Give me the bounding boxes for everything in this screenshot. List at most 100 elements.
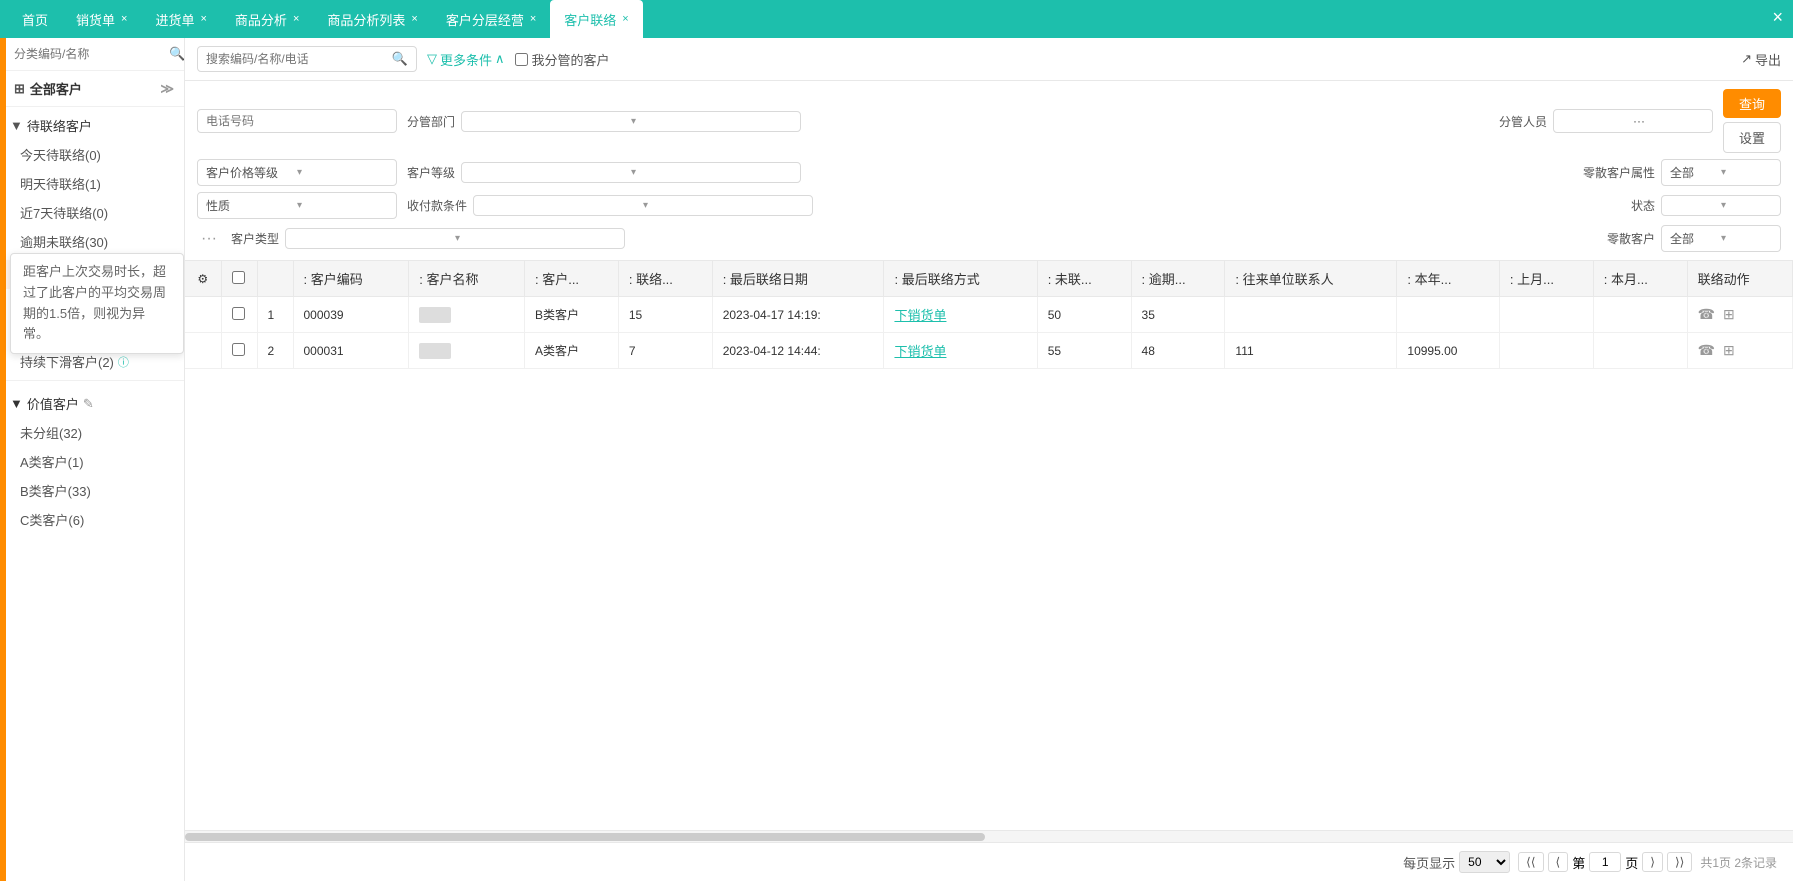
value-edit-icon[interactable]: ✎ [83, 396, 94, 412]
filter-more-btn[interactable]: ▽ 更多条件 ∧ [427, 50, 505, 69]
retail-attr-label: 零散客户属性 [1583, 164, 1655, 181]
gender-select[interactable]: 性质 ▾ [197, 192, 397, 219]
cell-last-method-0[interactable]: 下销货单 [884, 297, 1037, 333]
export-button[interactable]: ↗ 导出 [1741, 50, 1781, 69]
retail-customer-select[interactable]: 全部 ▾ [1661, 225, 1781, 252]
retail-attr-arrow: ▾ [1721, 167, 1772, 178]
horizontal-scrollbar[interactable] [185, 830, 1793, 842]
sidebar-tomorrow-pending[interactable]: 明天待联络(1) [0, 169, 184, 198]
pending-contact-title[interactable]: ▼ 待联络客户 [0, 111, 184, 140]
phone-input[interactable] [206, 114, 388, 128]
nav-product-list[interactable]: 商品分析列表 × [313, 0, 431, 38]
person-select[interactable]: ··· [1553, 109, 1713, 133]
pagination-bar: 每页显示 20 50 100 ⟨⟨ ⟨ 第 页 ⟩ ⟩⟩ 共1页 2条记录 [185, 842, 1793, 881]
tooltip-box: 距客户上次交易时长，超过了此客户的平均交易周期的1.5倍，则视为异常。 [10, 253, 184, 354]
close-product-list[interactable]: × [411, 13, 417, 25]
payment-select[interactable]: ▾ [473, 195, 813, 216]
action-grid-icon-1[interactable]: ⊞ [1723, 342, 1735, 359]
cell-unit-contact-1: 111 [1225, 333, 1397, 369]
status-select[interactable]: ▾ [1661, 195, 1781, 216]
nav-purchase[interactable]: 进货单 × [141, 0, 220, 38]
row4-more-dots[interactable]: ··· [201, 230, 217, 248]
page-number-input[interactable] [1589, 852, 1621, 872]
filter-row-4: ··· 客户类型 ▾ 零散客户 全部 ▾ [197, 225, 1781, 252]
col-name[interactable]: : 客户名称 [409, 261, 525, 297]
row-checkbox-0[interactable] [232, 307, 245, 320]
my-customer-filter: 我分管的客户 [515, 50, 610, 69]
my-customer-checkbox[interactable] [515, 53, 528, 66]
cell-name-1 [409, 333, 525, 369]
col-overdue[interactable]: : 逾期... [1131, 261, 1225, 297]
sidebar-overdue-uncontacted[interactable]: 逾期未联络(30) [0, 227, 184, 256]
filter-search-input[interactable] [206, 52, 392, 66]
col-this-month[interactable]: : 本月... [1593, 261, 1687, 297]
action-contact-icon-1[interactable]: ☎ [1698, 342, 1715, 359]
pending-contact-group: ▼ 待联络客户 今天待联络(0) 明天待联络(1) 近7天待联络(0) 逾期未联… [0, 107, 184, 260]
filter-search-icon[interactable]: 🔍 [392, 51, 408, 67]
last-method-link-1[interactable]: 下销货单 [894, 344, 946, 359]
nav-product-analysis[interactable]: 商品分析 × [221, 0, 313, 38]
filter-row-1: 分管部门 ▾ 分管人员 ··· 查询 设置 [197, 89, 1781, 153]
retail-attr-select[interactable]: 全部 ▾ [1661, 159, 1781, 186]
col-type[interactable]: : 客户... [524, 261, 618, 297]
col-settings[interactable]: ⚙ [185, 261, 221, 297]
person-more-icon[interactable]: ··· [1633, 114, 1700, 128]
nav-home[interactable]: 首页 [8, 0, 62, 38]
nav-customer-tier[interactable]: 客户分层经营 × [432, 0, 550, 38]
scroll-thumb[interactable] [185, 833, 985, 841]
collapse-sidebar-btn[interactable]: ≫ [160, 81, 174, 97]
settings-button[interactable]: 设置 [1723, 122, 1781, 153]
col-last-method[interactable]: : 最后联络方式 [884, 261, 1037, 297]
grade-select[interactable]: ▾ [461, 162, 801, 183]
select-all-checkbox[interactable] [232, 271, 245, 284]
last-page-btn[interactable]: ⟩⟩ [1667, 852, 1692, 872]
all-customers-title[interactable]: ⊞ 全部客户 ≫ [0, 71, 184, 107]
cell-overdue-1: 48 [1131, 333, 1225, 369]
col-contact[interactable]: : 联络... [618, 261, 712, 297]
col-last-date[interactable]: : 最后联络日期 [712, 261, 884, 297]
sidebar-unclassified[interactable]: 未分组(32) [0, 418, 184, 447]
last-method-link-0[interactable]: 下销货单 [894, 308, 946, 323]
close-sales[interactable]: × [121, 13, 127, 25]
query-button[interactable]: 查询 [1723, 89, 1781, 118]
payment-label: 收付款条件 [407, 197, 467, 214]
close-purchase[interactable]: × [200, 13, 206, 25]
sidebar-c-class[interactable]: C类客户(6) [0, 505, 184, 534]
next-page-btn[interactable]: ⟩ [1642, 852, 1663, 872]
col-index [257, 261, 293, 297]
price-grade-select[interactable]: 客户价格等级 ▾ [197, 159, 397, 186]
sidebar-today-pending[interactable]: 今天待联络(0) [0, 140, 184, 169]
dept-select[interactable]: ▾ [461, 111, 801, 132]
close-customer-tier[interactable]: × [530, 13, 536, 25]
close-customer-contact[interactable]: × [622, 13, 628, 25]
sidebar-a-class[interactable]: A类客户(1) [0, 447, 184, 476]
action-contact-icon-0[interactable]: ☎ [1698, 306, 1715, 323]
continuous-drop-info-icon[interactable]: ⓘ [118, 354, 129, 370]
col-code[interactable]: : 客户编码 [293, 261, 409, 297]
pending-arrow-icon: ▼ [10, 118, 23, 133]
nav-customer-contact[interactable]: 客户联络 × [550, 0, 642, 38]
row-checkbox-1[interactable] [232, 343, 245, 356]
col-uncontacted[interactable]: : 未联... [1037, 261, 1131, 297]
per-page-select[interactable]: 20 50 100 [1459, 851, 1510, 873]
close-product-analysis[interactable]: × [293, 13, 299, 25]
sidebar-b-class[interactable]: B类客户(33) [0, 476, 184, 505]
nav-sales[interactable]: 销货单 × [62, 0, 141, 38]
sidebar-search-icon[interactable]: 🔍 [169, 46, 185, 62]
col-unit-contact[interactable]: : 往来单位联系人 [1225, 261, 1397, 297]
value-arrow-icon: ▼ [10, 396, 23, 411]
sidebar-7day-pending[interactable]: 近7天待联络(0) [0, 198, 184, 227]
main-layout: 🔍 ⊞ 全部客户 ≫ ▼ 待联络客户 今天待联络(0) 明天待联络(1) 近7天… [0, 38, 1793, 881]
col-last-month[interactable]: : 上月... [1499, 261, 1593, 297]
phone-field[interactable] [197, 109, 397, 133]
cell-last-method-1[interactable]: 下销货单 [884, 333, 1037, 369]
window-close-btn[interactable]: × [1772, 8, 1783, 26]
sidebar-search-input[interactable] [14, 47, 169, 61]
col-this-year[interactable]: : 本年... [1397, 261, 1499, 297]
action-grid-icon-0[interactable]: ⊞ [1723, 306, 1735, 323]
first-page-btn[interactable]: ⟨⟨ [1518, 852, 1543, 872]
prev-page-btn[interactable]: ⟨ [1548, 852, 1569, 872]
value-customer-title[interactable]: ▼ 价值客户 ✎ [0, 389, 184, 418]
col-action: 联络动作 [1687, 261, 1792, 297]
ctype-select[interactable]: ▾ [285, 228, 625, 249]
